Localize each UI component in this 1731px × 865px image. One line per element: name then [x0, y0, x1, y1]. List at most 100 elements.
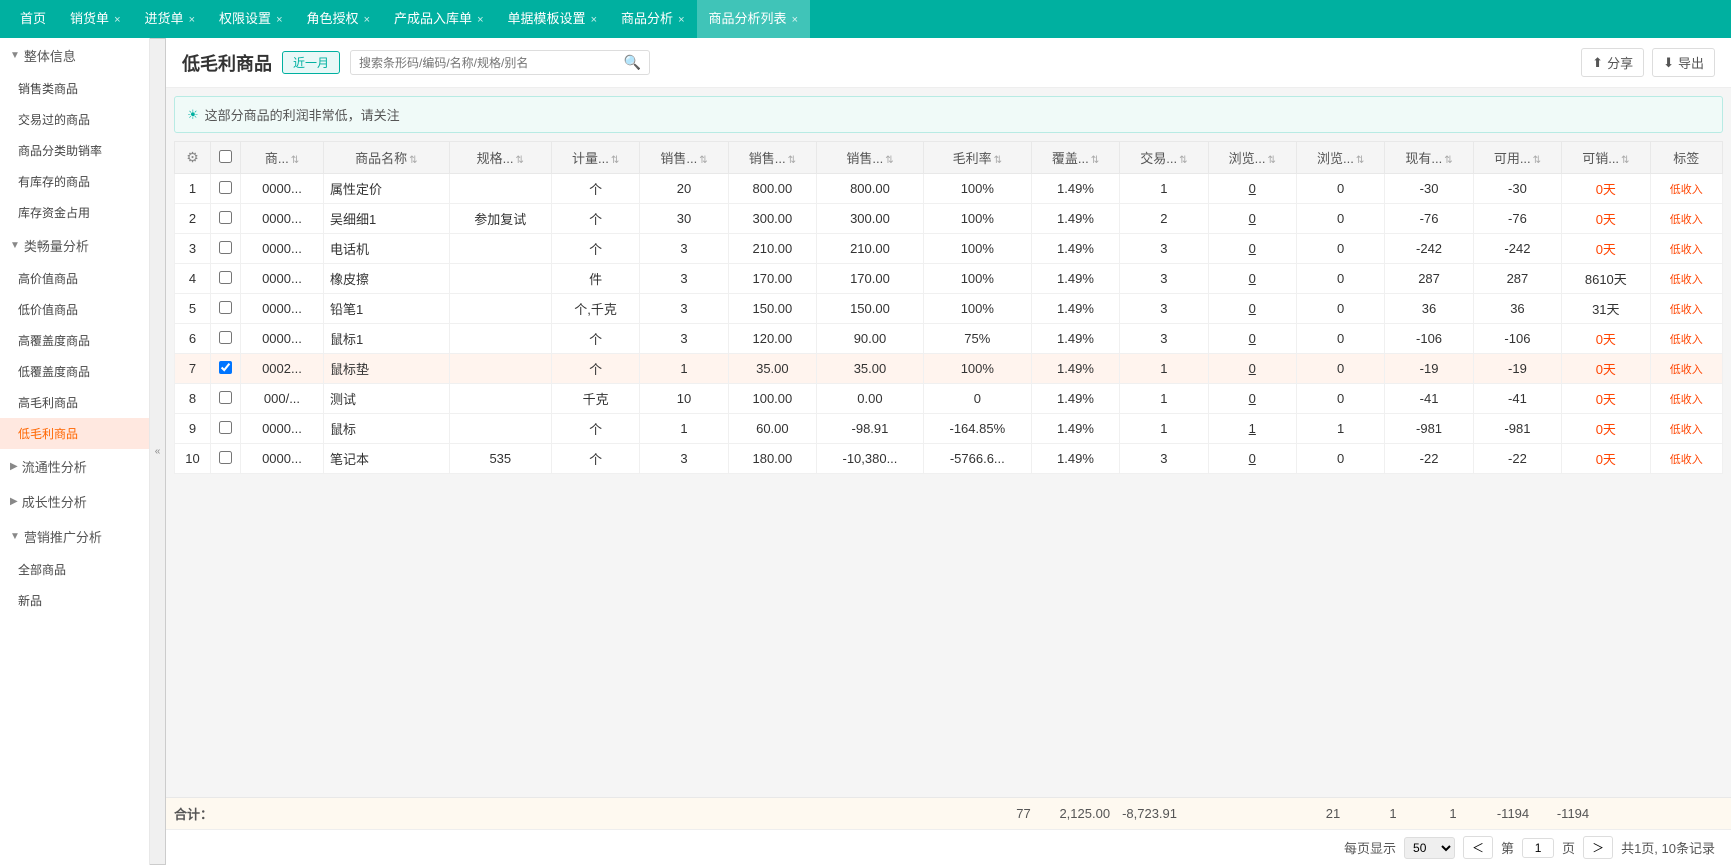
row-coverage: 1.49%: [1031, 234, 1119, 264]
sidebar-item-traded-goods[interactable]: 交易过的商品: [0, 104, 149, 135]
row-checkbox-cell[interactable]: [211, 414, 241, 444]
row-browse2: 1: [1296, 414, 1384, 444]
row-checkbox-cell[interactable]: [211, 294, 241, 324]
row-browse1: 0: [1208, 234, 1296, 264]
nav-role-auth[interactable]: 角色授权 ×: [295, 0, 383, 38]
footer-label: 合计：: [174, 804, 213, 823]
table-row: 2 0000... 吴细细1 参加复试 个 30 300.00 300.00 1…: [175, 204, 1723, 234]
sidebar-item-stock-goods[interactable]: 有库存的商品: [0, 166, 149, 197]
row-checkbox[interactable]: [219, 421, 232, 434]
row-stock-salable: 0天: [1562, 174, 1650, 204]
sidebar-item-sales-goods[interactable]: 销售类商品: [0, 73, 149, 104]
sidebar-item-low-margin[interactable]: 低毛利商品: [0, 418, 149, 449]
sidebar-group-overall[interactable]: ▼ 整体信息: [0, 38, 149, 73]
row-checkbox[interactable]: [219, 391, 232, 404]
footer-sale-price: 2,125.00: [1053, 806, 1116, 821]
col-settings[interactable]: ⚙: [175, 142, 211, 174]
col-checkbox[interactable]: [211, 142, 241, 174]
row-transaction: 3: [1120, 234, 1208, 264]
sidebar-item-high-margin[interactable]: 高毛利商品: [0, 387, 149, 418]
nav-purchase[interactable]: 进货单 ×: [133, 0, 208, 38]
row-browse1: 0: [1208, 324, 1296, 354]
col-coverage: 覆盖...⇅: [1031, 142, 1119, 174]
row-no: 1: [175, 174, 211, 204]
next-page-btn[interactable]: ＞: [1583, 836, 1613, 859]
sidebar-collapse-btn[interactable]: «: [150, 38, 166, 865]
row-checkbox-cell[interactable]: [211, 204, 241, 234]
select-all-checkbox[interactable]: [219, 150, 232, 163]
row-checkbox-cell[interactable]: [211, 384, 241, 414]
row-sale-amount: 35.00: [817, 354, 924, 384]
row-sale-price: 210.00: [728, 234, 816, 264]
row-checkbox-cell[interactable]: [211, 324, 241, 354]
settings-icon[interactable]: ⚙: [186, 149, 199, 165]
sidebar-item-low-coverage[interactable]: 低覆盖度商品: [0, 356, 149, 387]
col-name: 商品名称⇅: [323, 142, 449, 174]
sidebar-item-low-value[interactable]: 低价值商品: [0, 294, 149, 325]
footer-browse2: 1: [1423, 806, 1483, 821]
row-sale-price: 100.00: [728, 384, 816, 414]
row-sale-price: 170.00: [728, 264, 816, 294]
table-row: 9 0000... 鼠标 个 1 60.00 -98.91 -164.85% 1…: [175, 414, 1723, 444]
nav-sales[interactable]: 销货单 ×: [58, 0, 133, 38]
row-sale-amount: 150.00: [817, 294, 924, 324]
row-checkbox[interactable]: [219, 301, 232, 314]
row-checkbox[interactable]: [219, 241, 232, 254]
nav-product-analysis-list[interactable]: 商品分析列表 ×: [697, 0, 811, 38]
sidebar-group-growth[interactable]: ▶ 成长性分析: [0, 484, 149, 519]
sidebar-group-marketing[interactable]: ▼ 营销推广分析: [0, 519, 149, 554]
row-checkbox[interactable]: [219, 331, 232, 344]
row-coverage: 1.49%: [1031, 204, 1119, 234]
search-icon[interactable]: 🔍: [624, 54, 641, 71]
row-checkbox-cell[interactable]: [211, 444, 241, 474]
row-checkbox-cell[interactable]: [211, 174, 241, 204]
header-actions: ⬆ 分享 ⬇ 导出: [1581, 48, 1715, 77]
collapse-icon: «: [155, 446, 161, 457]
filter-recent-month[interactable]: 近一月: [282, 51, 340, 74]
sidebar-item-category-rate[interactable]: 商品分类助销率: [0, 135, 149, 166]
row-sale-amount: 0.00: [817, 384, 924, 414]
row-checkbox[interactable]: [219, 361, 232, 374]
sidebar-item-all-goods[interactable]: 全部商品: [0, 554, 149, 585]
prev-page-btn[interactable]: ＜: [1463, 836, 1493, 859]
nav-home[interactable]: 首页: [8, 0, 58, 38]
nav-sales-close[interactable]: ×: [111, 14, 120, 26]
row-stock-available: -19: [1473, 354, 1561, 384]
table-wrapper[interactable]: ⚙ 商...⇅ 商品名称⇅ 规格...⇅ 计量...⇅ 销售...⇅ 销售...…: [174, 141, 1723, 797]
share-button[interactable]: ⬆ 分享: [1581, 48, 1644, 77]
row-checkbox-cell[interactable]: [211, 234, 241, 264]
row-checkbox[interactable]: [219, 181, 232, 194]
nav-product-stock[interactable]: 产成品入库单 ×: [382, 0, 496, 38]
row-checkbox[interactable]: [219, 271, 232, 284]
page-number-input[interactable]: [1522, 838, 1554, 858]
row-checkbox-cell[interactable]: [211, 264, 241, 294]
search-box[interactable]: 🔍: [350, 50, 650, 75]
nav-permissions-close[interactable]: ×: [273, 14, 282, 26]
row-tag: 低收入: [1650, 294, 1722, 324]
row-checkbox-cell[interactable]: [211, 354, 241, 384]
export-button[interactable]: ⬇ 导出: [1652, 48, 1715, 77]
nav-product-stock-close[interactable]: ×: [474, 14, 483, 26]
search-input[interactable]: [359, 56, 624, 70]
nav-template-settings[interactable]: 单据模板设置 ×: [496, 0, 610, 38]
row-checkbox[interactable]: [219, 451, 232, 464]
row-checkbox[interactable]: [219, 211, 232, 224]
sidebar-item-new-goods[interactable]: 新品: [0, 585, 149, 616]
row-sale-price: 60.00: [728, 414, 816, 444]
nav-template-close[interactable]: ×: [588, 14, 597, 26]
nav-purchase-close[interactable]: ×: [186, 14, 195, 26]
nav-product-analysis[interactable]: 商品分析 ×: [609, 0, 697, 38]
sidebar-item-high-coverage[interactable]: 高覆盖度商品: [0, 325, 149, 356]
sidebar-item-high-value[interactable]: 高价值商品: [0, 263, 149, 294]
nav-product-analysis-close[interactable]: ×: [675, 14, 684, 26]
row-browse1: 1: [1208, 414, 1296, 444]
nav-role-auth-close[interactable]: ×: [361, 14, 370, 26]
sidebar-item-stock-capital[interactable]: 库存资金占用: [0, 197, 149, 228]
row-sale-price: 180.00: [728, 444, 816, 474]
sidebar-group-flow[interactable]: ▶ 流通性分析: [0, 449, 149, 484]
nav-product-analysis-list-close[interactable]: ×: [789, 14, 798, 26]
nav-permissions[interactable]: 权限设置 ×: [207, 0, 295, 38]
per-page-select[interactable]: 50 100: [1404, 837, 1455, 859]
sidebar-group-analysis[interactable]: ▼ 类畅量分析: [0, 228, 149, 263]
row-coverage: 1.49%: [1031, 384, 1119, 414]
